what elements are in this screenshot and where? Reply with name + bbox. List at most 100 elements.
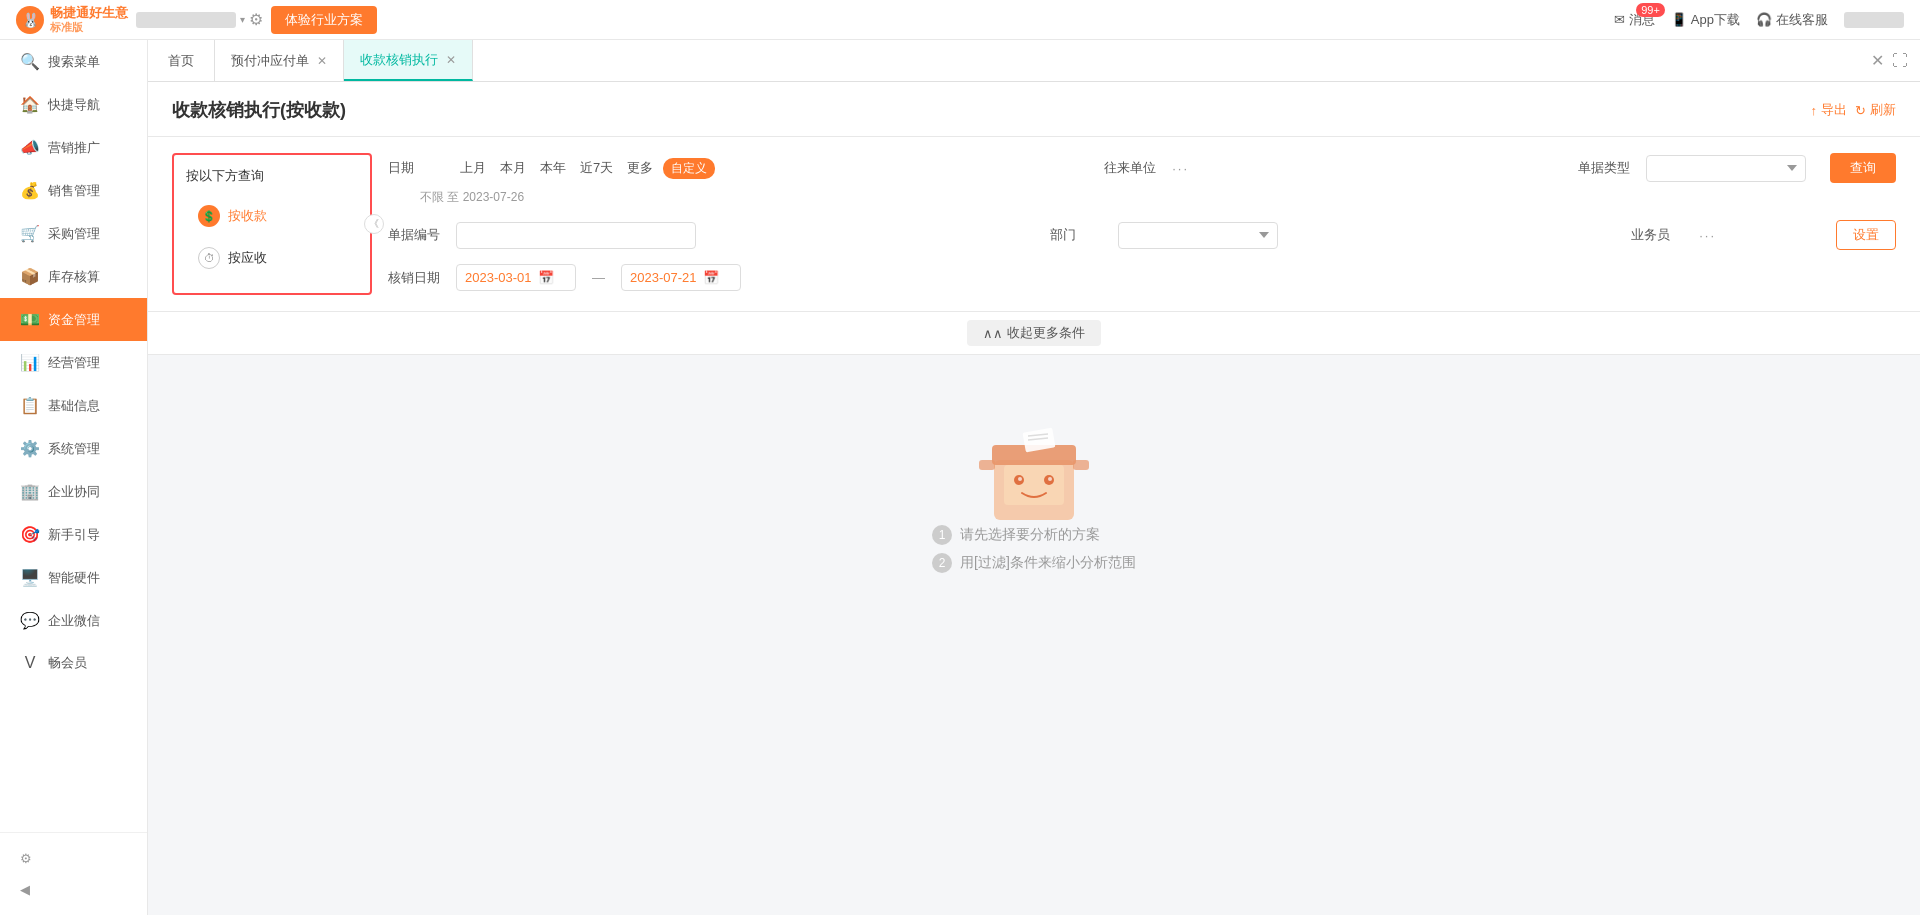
main-layout: 🔍 搜索菜单 🏠 快捷导航 📣 营销推广 💰 销售管理 🛒 采购管理 📦 库存核… <box>0 40 1920 915</box>
empty-state-illustration <box>974 415 1094 525</box>
filter-collapse-button[interactable]: 《 <box>364 214 384 234</box>
sidebar-item-enterprise[interactable]: 🏢 企业协同 <box>0 470 147 513</box>
calendar-end-icon: 📅 <box>703 270 719 285</box>
online-service-button[interactable]: 🎧 在线客服 <box>1756 11 1828 29</box>
topbar-gear-icon[interactable]: ⚙ <box>249 10 263 29</box>
tab-prepay[interactable]: 预付冲应付单 ✕ <box>215 40 344 81</box>
sidebar-collapse-button[interactable]: ◀ <box>0 874 147 905</box>
sidebar-settings-button[interactable]: ⚙ <box>0 843 147 874</box>
refresh-icon: ↻ <box>1855 103 1866 118</box>
sidebar-collapse-icon: ◀ <box>20 882 30 897</box>
sidebar-item-guide[interactable]: 🎯 新手引导 <box>0 513 147 556</box>
topbar-left: 🐰 畅捷通好生意 标准版 ▾ ⚙ 体验行业方案 <box>16 5 377 34</box>
filter-row-3: 核销日期 2023-03-01 📅 — 2023-07-21 📅 <box>388 264 1896 291</box>
export-button[interactable]: ↑ 导出 <box>1811 101 1848 119</box>
member-icon: V <box>20 654 40 672</box>
filter-row-1: 日期 上月 本月 本年 近7天 更多 自定义 往来单位 ··· <box>388 153 1896 183</box>
message-icon: ✉ <box>1614 12 1625 27</box>
settings-button[interactable]: 设置 <box>1836 220 1896 250</box>
page-content: 收款核销执行(按收款) ↑ 导出 ↻ 刷新 按以下方查询 <box>148 82 1920 915</box>
close-window-icon[interactable]: ✕ <box>1871 51 1884 70</box>
sidebar-item-basic-info[interactable]: 📋 基础信息 <box>0 384 147 427</box>
verify-date-end-picker[interactable]: 2023-07-21 📅 <box>621 264 741 291</box>
operations-icon: 📊 <box>20 353 40 372</box>
search-icon: 🔍 <box>20 52 40 71</box>
marketing-icon: 📣 <box>20 138 40 157</box>
sidebar-item-search-menu[interactable]: 🔍 搜索菜单 <box>0 40 147 83</box>
app-edition: 标准版 <box>50 21 128 34</box>
staff-dots[interactable]: ··· <box>1699 228 1716 243</box>
topbar: 🐰 畅捷通好生意 标准版 ▾ ⚙ 体验行业方案 ✉ 消息 99+ 📱 App下载… <box>0 0 1920 40</box>
date-opt-this-year[interactable]: 本年 <box>536 157 570 179</box>
sidebar-item-quick-nav[interactable]: 🏠 快捷导航 <box>0 83 147 126</box>
user-avatar-blurred <box>1844 12 1904 28</box>
hint-num-1: 1 <box>932 525 952 545</box>
sidebar-item-hardware[interactable]: 🖥️ 智能硬件 <box>0 556 147 599</box>
sidebar-item-sales[interactable]: 💰 销售管理 <box>0 169 147 212</box>
verify-date-start-picker[interactable]: 2023-03-01 📅 <box>456 264 576 291</box>
sidebar-item-purchase[interactable]: 🛒 采购管理 <box>0 212 147 255</box>
headset-icon: 🎧 <box>1756 12 1772 27</box>
filter-panel: 按以下方查询 💲 按收款 ⏱ 按应收 《 日期 <box>148 137 1920 312</box>
hardware-icon: 🖥️ <box>20 568 40 587</box>
date-opt-more[interactable]: 更多 <box>623 157 657 179</box>
message-button[interactable]: ✉ 消息 99+ <box>1614 11 1655 29</box>
page-header: 收款核销执行(按收款) ↑ 导出 ↻ 刷新 <box>148 82 1920 137</box>
sales-icon: 💰 <box>20 181 40 200</box>
sidebar-item-operations[interactable]: 📊 经营管理 <box>0 341 147 384</box>
filter-sidebar-title: 按以下方查询 <box>186 167 358 185</box>
date-opt-7days[interactable]: 近7天 <box>576 157 617 179</box>
date-range-hint: 不限 至 2023-07-26 <box>420 190 524 204</box>
sidebar-item-member[interactable]: V 畅会员 <box>0 642 147 684</box>
purchase-icon: 🛒 <box>20 224 40 243</box>
filter-sidebar: 按以下方查询 💲 按收款 ⏱ 按应收 《 <box>172 153 372 295</box>
doc-type-select[interactable] <box>1646 155 1806 182</box>
by-receipt-icon: 💲 <box>198 205 220 227</box>
app-logo: 🐰 畅捷通好生意 标准版 <box>16 5 128 34</box>
app-download-button[interactable]: 📱 App下载 <box>1671 11 1740 29</box>
collapse-more-button[interactable]: ∧∧ 收起更多条件 <box>967 320 1101 346</box>
guide-icon: 🎯 <box>20 525 40 544</box>
collapse-more-bar: ∧∧ 收起更多条件 <box>148 312 1920 355</box>
refresh-button[interactable]: ↻ 刷新 <box>1855 101 1896 119</box>
tab-collect[interactable]: 收款核销执行 ✕ <box>344 40 473 81</box>
solution-button[interactable]: 体验行业方案 <box>271 6 377 34</box>
tab-close-prepay[interactable]: ✕ <box>317 54 327 68</box>
message-badge: 99+ <box>1636 3 1665 17</box>
expand-window-icon[interactable]: ⛶ <box>1892 52 1908 70</box>
counterpart-label: 往来单位 <box>1104 159 1156 177</box>
export-icon: ↑ <box>1811 103 1818 118</box>
sidebar-item-wechat[interactable]: 💬 企业微信 <box>0 599 147 642</box>
date-label: 日期 <box>388 159 440 177</box>
sidebar-settings-icon: ⚙ <box>20 851 32 866</box>
filter-row-2: 单据编号 部门 业务员 ··· 设置 <box>388 220 1896 250</box>
doc-number-input[interactable] <box>456 222 696 249</box>
doc-number-label: 单据编号 <box>388 226 440 244</box>
department-select[interactable] <box>1118 222 1278 249</box>
date-hint-row: 不限 至 2023-07-26 <box>420 189 1896 206</box>
filter-option-by-receipt[interactable]: 💲 按收款 <box>186 197 358 235</box>
counterpart-dots[interactable]: ··· <box>1172 161 1189 176</box>
system-icon: ⚙️ <box>20 439 40 458</box>
query-button[interactable]: 查询 <box>1830 153 1896 183</box>
sidebar-item-system[interactable]: ⚙️ 系统管理 <box>0 427 147 470</box>
basic-info-icon: 📋 <box>20 396 40 415</box>
sidebar-item-inventory[interactable]: 📦 库存核算 <box>0 255 147 298</box>
doc-type-label: 单据类型 <box>1578 159 1630 177</box>
enterprise-icon: 🏢 <box>20 482 40 501</box>
sidebar-item-finance[interactable]: 💵 资金管理 <box>0 298 147 341</box>
date-options: 上月 本月 本年 近7天 更多 自定义 <box>456 157 715 179</box>
date-opt-last-month[interactable]: 上月 <box>456 157 490 179</box>
filter-actions-2: 设置 <box>1828 220 1896 250</box>
date-opt-this-month[interactable]: 本月 <box>496 157 530 179</box>
topbar-right: ✉ 消息 99+ 📱 App下载 🎧 在线客服 <box>1614 11 1904 29</box>
tab-home[interactable]: 首页 <box>148 40 215 81</box>
svg-point-5 <box>1018 477 1022 481</box>
date-opt-custom[interactable]: 自定义 <box>663 158 715 179</box>
finance-icon: 💵 <box>20 310 40 329</box>
filter-form: 日期 上月 本月 本年 近7天 更多 自定义 往来单位 ··· <box>388 153 1896 295</box>
tab-close-collect[interactable]: ✕ <box>446 53 456 67</box>
topbar-chevron-icon[interactable]: ▾ <box>240 14 245 25</box>
sidebar-item-marketing[interactable]: 📣 营销推广 <box>0 126 147 169</box>
filter-option-by-receivable[interactable]: ⏱ 按应收 <box>186 239 358 277</box>
